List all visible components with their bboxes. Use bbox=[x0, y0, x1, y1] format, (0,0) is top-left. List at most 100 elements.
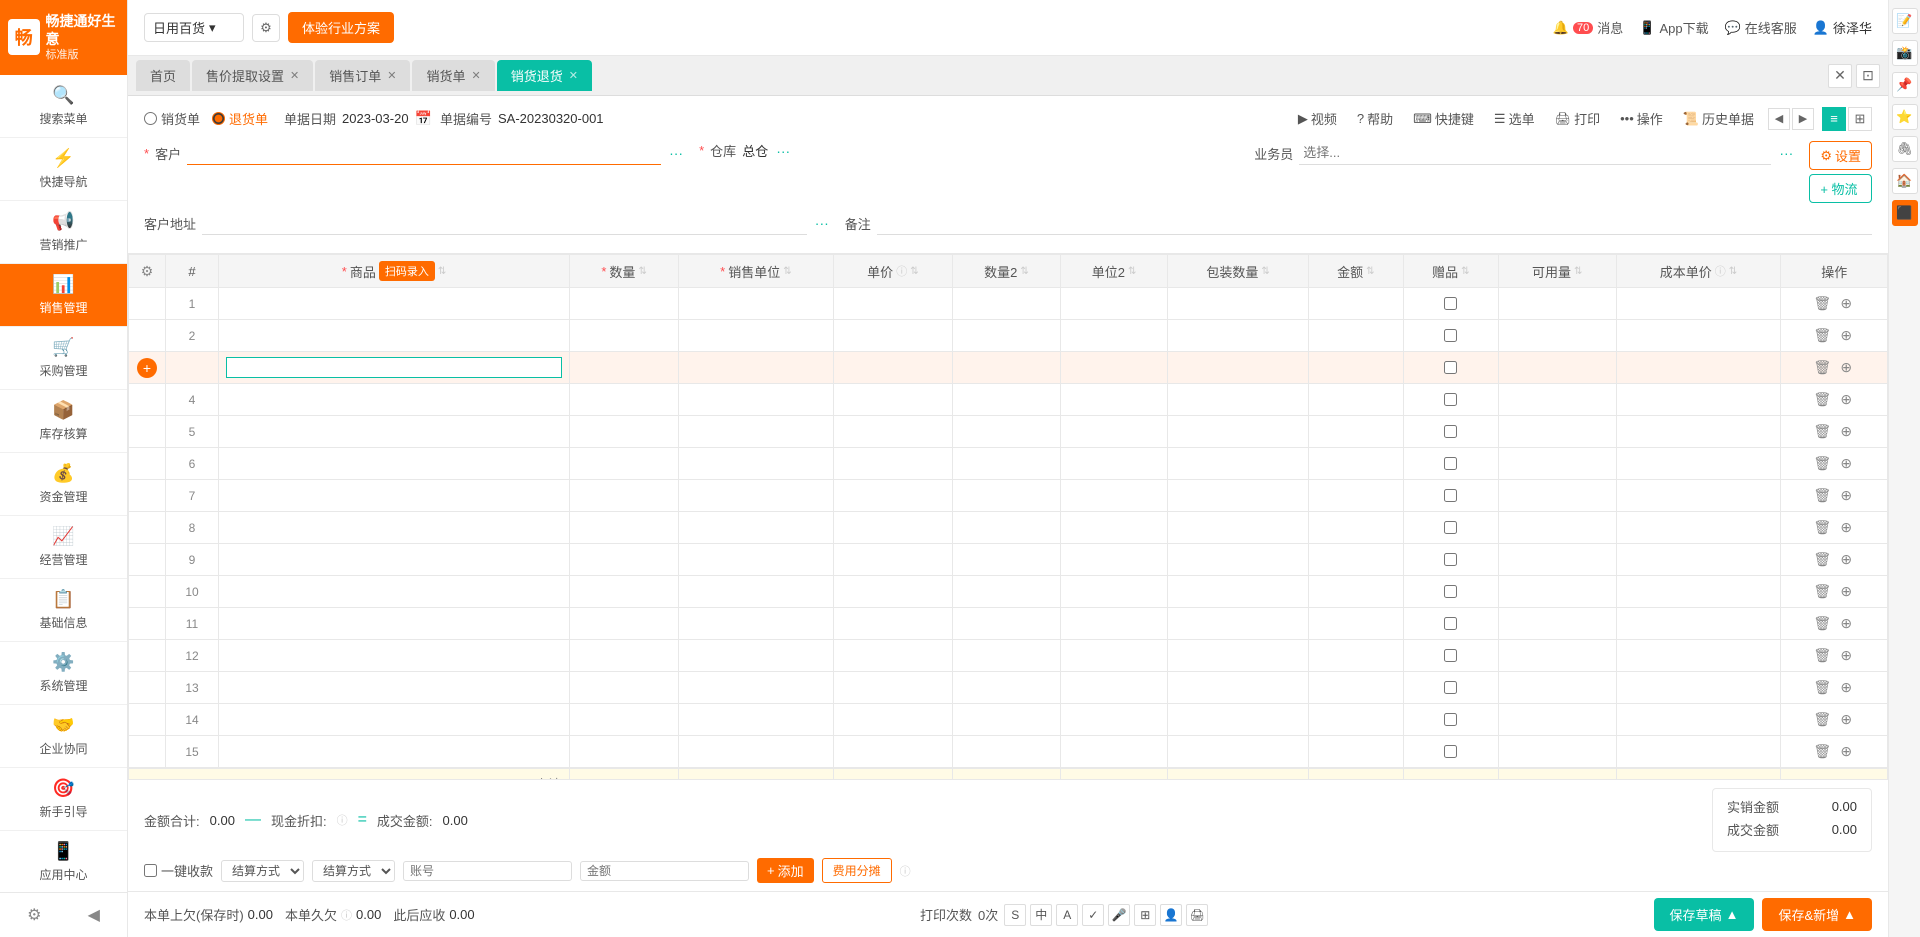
copy-row-btn[interactable]: ⊕ bbox=[1836, 614, 1856, 634]
qty-cell[interactable] bbox=[570, 288, 679, 320]
gift-checkbox[interactable] bbox=[1444, 617, 1457, 630]
sidebar-item-apps[interactable]: 📱 应用中心 bbox=[0, 831, 127, 892]
sidebar-item-shortcuts[interactable]: ⚡ 快捷导航 bbox=[0, 138, 127, 201]
right-panel-btn-4[interactable]: ⭐ bbox=[1892, 104, 1918, 130]
gift-cell[interactable] bbox=[1403, 288, 1498, 320]
tab-delivery-close-icon[interactable]: ✕ bbox=[472, 69, 481, 82]
maximize-window-btn[interactable]: ⊡ bbox=[1856, 64, 1880, 88]
tab-sales-order-close-icon[interactable]: ✕ bbox=[387, 69, 396, 82]
sidebar-item-guide[interactable]: 🎯 新手引导 bbox=[0, 768, 127, 831]
product-cell-active[interactable] bbox=[219, 352, 570, 384]
quick-icon-8[interactable]: 🖨 bbox=[1186, 904, 1208, 926]
settlement-method-select[interactable]: 结算方式 bbox=[221, 860, 304, 882]
gift-checkbox[interactable] bbox=[1444, 745, 1457, 758]
add-payment-btn[interactable]: + 添加 bbox=[757, 858, 814, 883]
packqty-cell[interactable] bbox=[1168, 320, 1308, 352]
delete-row-btn[interactable]: 🗑 bbox=[1812, 614, 1832, 634]
unit-cell[interactable] bbox=[679, 288, 834, 320]
delete-row-btn[interactable]: 🗑 bbox=[1812, 710, 1832, 730]
qty2-cell[interactable] bbox=[953, 288, 1061, 320]
copy-row-btn[interactable]: ⊕ bbox=[1836, 358, 1856, 378]
quick-icon-3[interactable]: A bbox=[1056, 904, 1078, 926]
unit-cell[interactable] bbox=[679, 320, 834, 352]
qty2-cell[interactable] bbox=[953, 352, 1061, 384]
gift-cell[interactable] bbox=[1403, 320, 1498, 352]
quick-icon-5[interactable]: 🎤 bbox=[1108, 904, 1130, 926]
cost-cell[interactable] bbox=[1616, 352, 1781, 384]
qty2-sort-icon[interactable]: ⇅ bbox=[1020, 266, 1028, 277]
amount-cell[interactable] bbox=[1308, 320, 1403, 352]
cost-info-icon[interactable]: ⓘ bbox=[1715, 263, 1726, 279]
copy-row-btn[interactable]: ⊕ bbox=[1836, 390, 1856, 410]
gift-checkbox[interactable] bbox=[1444, 681, 1457, 694]
delete-row-btn[interactable]: 🗑 bbox=[1812, 582, 1832, 602]
qty-cell[interactable] bbox=[570, 320, 679, 352]
warehouse-dots-btn[interactable]: ··· bbox=[776, 143, 790, 159]
sidebar-item-base[interactable]: 📋 基础信息 bbox=[0, 579, 127, 642]
quick-icon-6[interactable]: ⊞ bbox=[1134, 904, 1156, 926]
trial-btn[interactable]: 体验行业方案 bbox=[288, 12, 394, 43]
product-cell[interactable] bbox=[219, 288, 570, 320]
product-input-active[interactable] bbox=[227, 358, 561, 377]
sidebar-item-inventory[interactable]: 📦 库存核算 bbox=[0, 390, 127, 453]
notification-btn[interactable]: 🔔 70 消息 bbox=[1553, 18, 1623, 37]
quick-icon-7[interactable]: 👤 bbox=[1160, 904, 1182, 926]
online-service-btn[interactable]: 💬 在线客服 bbox=[1725, 18, 1797, 37]
available-cell[interactable] bbox=[1498, 288, 1616, 320]
packqty-sort-icon[interactable]: ⇅ bbox=[1261, 266, 1269, 277]
tab-return-close-icon[interactable]: ✕ bbox=[569, 69, 578, 82]
gift-checkbox[interactable] bbox=[1444, 585, 1457, 598]
radio-sales[interactable] bbox=[144, 112, 157, 125]
right-panel-btn-5[interactable]: 🖇 bbox=[1892, 136, 1918, 162]
help-btn[interactable]: ? 帮助 bbox=[1351, 106, 1399, 131]
add-row-btn[interactable]: + bbox=[137, 358, 157, 378]
cost-cell[interactable] bbox=[1616, 288, 1781, 320]
unit2-cell[interactable] bbox=[1060, 288, 1168, 320]
product-cell[interactable] bbox=[219, 320, 570, 352]
sidebar-item-system[interactable]: ⚙️ 系统管理 bbox=[0, 642, 127, 705]
packqty-cell[interactable] bbox=[1168, 352, 1308, 384]
cost-cell[interactable] bbox=[1616, 320, 1781, 352]
tab-price-close-icon[interactable]: ✕ bbox=[290, 69, 299, 82]
sidebar-settings-btn[interactable]: ⚙ bbox=[23, 901, 45, 929]
one-click-payment-input[interactable] bbox=[144, 864, 157, 877]
packqty-cell[interactable] bbox=[1168, 288, 1308, 320]
app-download-btn[interactable]: 📱 App下载 bbox=[1639, 18, 1708, 37]
delete-row-btn[interactable]: 🗑 bbox=[1812, 358, 1832, 378]
product-sort-icon[interactable]: ⇅ bbox=[438, 266, 446, 277]
select-order-btn[interactable]: ☰ 选单 bbox=[1488, 106, 1541, 131]
amount-input[interactable] bbox=[580, 861, 749, 881]
fee-split-btn[interactable]: 费用分摊 bbox=[822, 858, 892, 883]
sidebar-item-search[interactable]: 🔍 搜索菜单 bbox=[0, 75, 127, 138]
unit2-cell[interactable] bbox=[1060, 320, 1168, 352]
sidebar-collapse-btn[interactable]: ◀ bbox=[84, 901, 104, 929]
gift-checkbox[interactable] bbox=[1444, 329, 1457, 342]
gift-checkbox[interactable] bbox=[1444, 713, 1457, 726]
gift-sort-icon[interactable]: ⇅ bbox=[1461, 266, 1469, 277]
address-input[interactable] bbox=[202, 211, 807, 235]
close-window-btn[interactable]: ✕ bbox=[1828, 64, 1852, 88]
video-btn[interactable]: ▶ 视频 bbox=[1292, 106, 1343, 131]
right-panel-btn-2[interactable]: 📸 bbox=[1892, 40, 1918, 66]
delete-row-btn[interactable]: 🗑 bbox=[1812, 294, 1832, 314]
sidebar-item-cooperation[interactable]: 🤝 企业协同 bbox=[0, 705, 127, 768]
gift-checkbox[interactable] bbox=[1444, 521, 1457, 534]
price-cell[interactable] bbox=[833, 288, 952, 320]
customer-input[interactable] bbox=[187, 141, 661, 165]
delete-row-btn[interactable]: 🗑 bbox=[1812, 518, 1832, 538]
radio-return-label[interactable]: 退货单 bbox=[212, 109, 268, 128]
copy-row-btn[interactable]: ⊕ bbox=[1836, 294, 1856, 314]
sidebar-item-marketing[interactable]: 📢 营销推广 bbox=[0, 201, 127, 264]
delete-row-btn[interactable]: 🗑 bbox=[1812, 678, 1832, 698]
right-panel-btn-3[interactable]: 📌 bbox=[1892, 72, 1918, 98]
print-btn[interactable]: 🖨 打印 bbox=[1549, 106, 1607, 131]
header-settings-btn[interactable]: ⚙ bbox=[252, 14, 280, 42]
quick-icon-2[interactable]: 中 bbox=[1030, 904, 1052, 926]
minus-icon[interactable]: — bbox=[245, 811, 261, 829]
history-btn[interactable]: 📜 历史单据 bbox=[1677, 106, 1760, 131]
fee-split-info-icon[interactable]: ⓘ bbox=[900, 863, 911, 879]
gift-checkbox[interactable] bbox=[1444, 553, 1457, 566]
breadcrumb-select[interactable]: 日用百货 ▾ bbox=[144, 13, 244, 42]
gift-cell[interactable] bbox=[1403, 352, 1498, 384]
tab-sales-return[interactable]: 销货退货 ✕ bbox=[497, 60, 592, 91]
